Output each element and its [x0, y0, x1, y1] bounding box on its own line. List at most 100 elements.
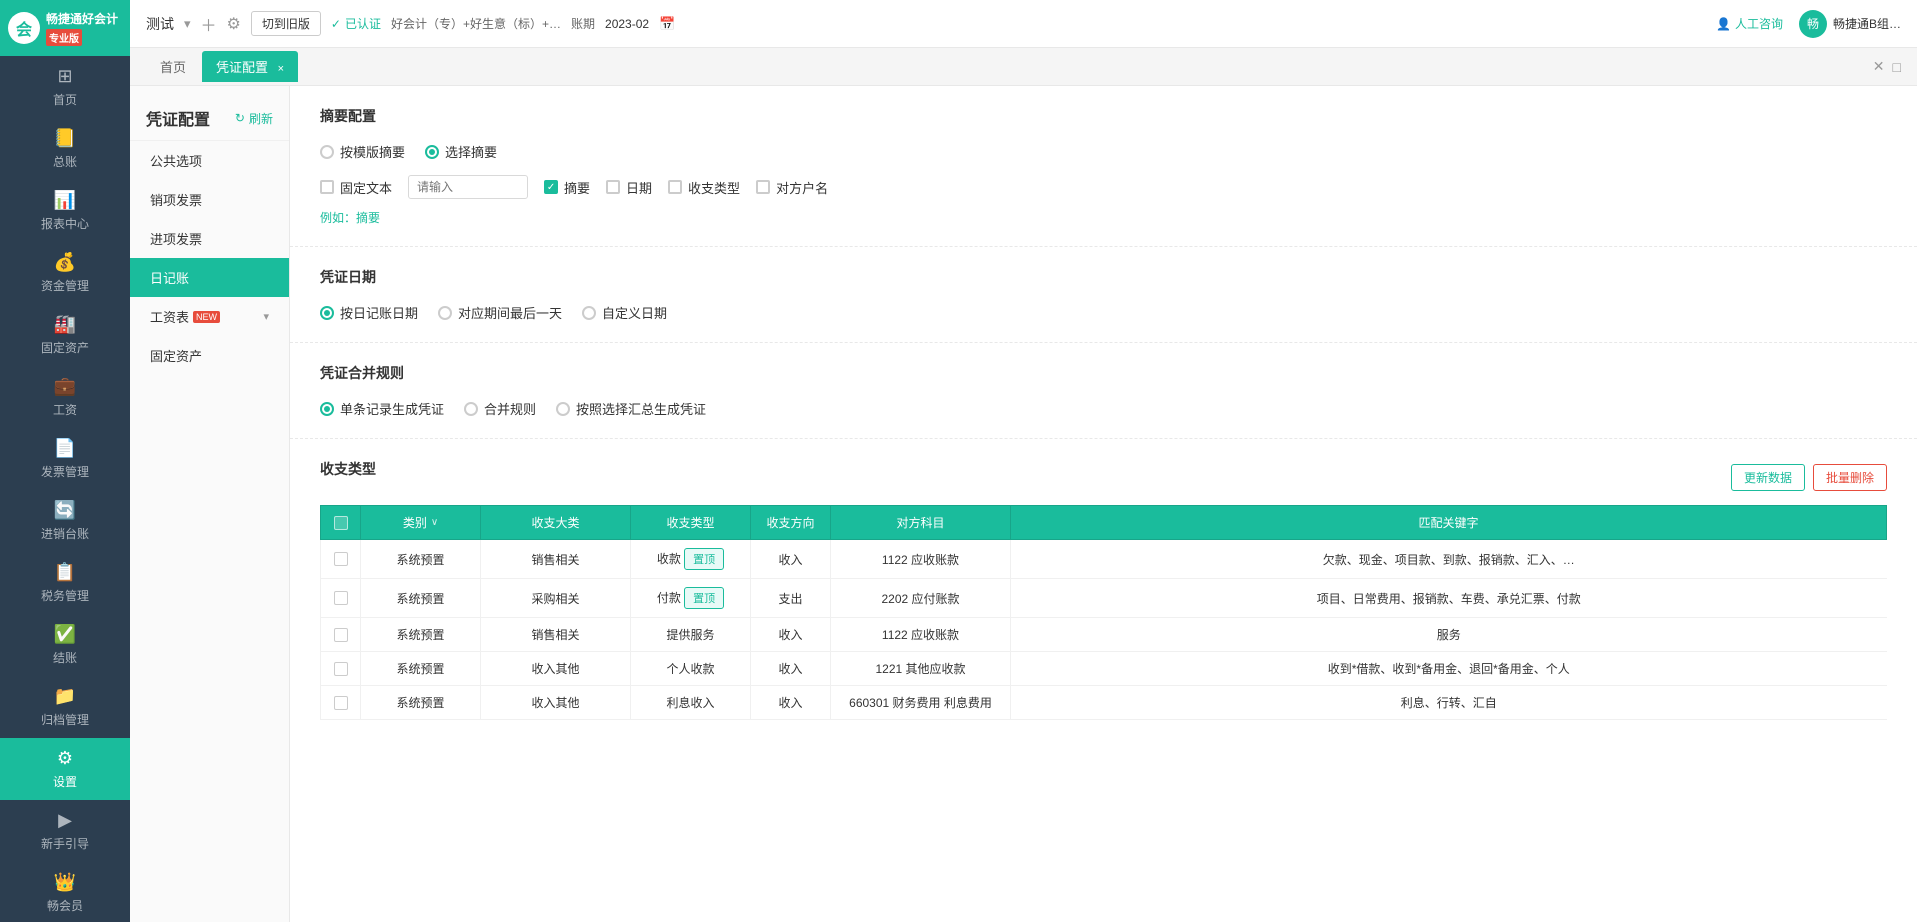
th-check[interactable] [321, 506, 361, 540]
checkbox-counterpart[interactable]: 对方户名 [756, 178, 828, 197]
expense-table-body: 系统预置 销售相关 收款 置顶 收入 1122 应收账款 欠款、现金、项目款、到… [321, 540, 1887, 720]
sidebar-item-invoice-mgmt[interactable]: 📄 发票管理 [0, 428, 130, 490]
close-window-btn[interactable]: ✕ [1873, 58, 1885, 75]
maximize-window-btn[interactable]: □ [1893, 59, 1901, 75]
checkbox-summary[interactable]: 摘要 [544, 178, 590, 197]
td-type: 提供服务 [631, 618, 751, 652]
checkbox-box-type [668, 180, 682, 194]
row-checkbox[interactable] [334, 696, 348, 710]
calendar-icon[interactable]: 📅 [659, 16, 675, 32]
sidebar-item-archive[interactable]: 📁 归档管理 [0, 676, 130, 738]
sidebar-item-payroll[interactable]: 💼 工资 [0, 366, 130, 428]
td-category: 系统预置 [361, 540, 481, 579]
checkbox-date[interactable]: 日期 [606, 178, 652, 197]
td-keyword: 欠款、现金、项目款、到款、报销款、汇入、… [1011, 540, 1887, 579]
top-tag[interactable]: 置顶 [684, 548, 724, 570]
checkbox-type[interactable]: 收支类型 [668, 178, 740, 197]
fixed-text-input[interactable] [408, 175, 528, 199]
row-checkbox[interactable] [334, 662, 348, 676]
sidebar-item-label: 报表中心 [41, 215, 89, 232]
example-text: 例如：摘要 [320, 209, 1887, 226]
topbar-add-btn[interactable]: ＋ [201, 12, 217, 36]
batch-delete-btn[interactable]: 批量删除 [1813, 464, 1887, 491]
sidebar-item-purchase-sales[interactable]: 🔄 进销台账 [0, 490, 130, 552]
td-direction: 收入 [751, 686, 831, 720]
radio-select-summary[interactable]: 选择摘要 [425, 142, 497, 161]
td-big-type: 采购相关 [481, 579, 631, 618]
switch-version-btn[interactable]: 切到旧版 [251, 11, 321, 36]
left-menu-item-sales-invoice[interactable]: 销项发票 [130, 180, 289, 219]
sidebar-item-home[interactable]: ⊞ 首页 [0, 56, 130, 118]
sidebar-item-settlement[interactable]: ✅ 结账 [0, 614, 130, 676]
table-row: 系统预置 收入其他 个人收款 收入 1221 其他应收款 收到*借款、收到*备用… [321, 652, 1887, 686]
left-menu-item-purchase-invoice[interactable]: 进项发票 [130, 219, 289, 258]
sidebar-item-label: 新手引导 [41, 835, 89, 852]
user-name: 畅捷通B组… [1833, 15, 1901, 32]
left-menu-item-public[interactable]: 公共选项 [130, 141, 289, 180]
radio-label-custom: 自定义日期 [602, 303, 667, 322]
ledger-icon: 📒 [54, 128, 76, 149]
expense-section-title: 收支类型 [320, 459, 376, 479]
row-checkbox[interactable] [334, 591, 348, 605]
td-check [321, 686, 361, 720]
th-keyword: 匹配关键字 [1011, 506, 1887, 540]
top-tag[interactable]: 置顶 [684, 587, 724, 609]
menu-expand-arrow: ▾ [263, 310, 269, 323]
sidebar-item-fixed-assets[interactable]: 🏭 固定资产 [0, 304, 130, 366]
update-data-btn[interactable]: 更新数据 [1731, 464, 1805, 491]
sidebar: 会 畅捷通好会计 专业版 ⊞ 首页 📒 总账 📊 报表中心 💰 资金管理 🏭 固… [0, 0, 130, 922]
td-account: 1221 其他应收款 [831, 652, 1011, 686]
sidebar-item-tax[interactable]: 📋 税务管理 [0, 552, 130, 614]
settlement-icon: ✅ [54, 624, 76, 645]
table-row: 系统预置 收入其他 利息收入 收入 660301 财务费用 利息费用 利息、行转… [321, 686, 1887, 720]
checkbox-box-summary [544, 180, 558, 194]
sidebar-item-label: 进销台账 [41, 525, 89, 542]
sidebar-item-ledger[interactable]: 📒 总账 [0, 118, 130, 180]
app-logo: 会 畅捷通好会计 专业版 [0, 0, 130, 56]
radio-label-template: 按模版摘要 [340, 142, 405, 161]
radio-template-summary[interactable]: 按模版摘要 [320, 142, 405, 161]
sidebar-item-settings[interactable]: ⚙ 设置 [0, 738, 130, 800]
payroll-icon: 💼 [54, 376, 76, 397]
radio-journal-date[interactable]: 按日记账日期 [320, 303, 418, 322]
refresh-btn[interactable]: ↻ 刷新 [235, 110, 273, 127]
radio-merge-rule[interactable]: 合并规则 [464, 399, 536, 418]
tab-voucher-config[interactable]: 凭证配置 × [202, 51, 298, 82]
row-checkbox[interactable] [334, 552, 348, 566]
sidebar-item-guide[interactable]: ▶ 新手引导 [0, 800, 130, 862]
radio-custom-date[interactable]: 自定义日期 [582, 303, 667, 322]
td-big-type: 销售相关 [481, 618, 631, 652]
sidebar-item-label: 固定资产 [41, 339, 89, 356]
checkbox-label-date: 日期 [626, 178, 652, 197]
left-menu-item-journal[interactable]: 日记账 [130, 258, 289, 297]
td-check [321, 652, 361, 686]
summary-checkbox-row: 固定文本 摘要 日期 收支类型 [320, 175, 1887, 199]
topbar-settings-btn[interactable]: ⚙ [227, 14, 241, 34]
tabbar-actions: ✕ □ [1873, 58, 1901, 75]
radio-select-summary[interactable]: 按照选择汇总生成凭证 [556, 399, 706, 418]
sort-arrow-icon[interactable]: ∨ [431, 517, 438, 528]
sidebar-item-funds[interactable]: 💰 资金管理 [0, 242, 130, 304]
left-menu-item-fixed-assets[interactable]: 固定资产 [130, 336, 289, 375]
th-type: 收支类型 [631, 506, 751, 540]
tab-close-btn[interactable]: × [278, 63, 284, 75]
row-checkbox[interactable] [334, 628, 348, 642]
sidebar-item-member[interactable]: 👑 畅会员 [0, 862, 130, 922]
sidebar-item-reports[interactable]: 📊 报表中心 [0, 180, 130, 242]
merge-section-title: 凭证合并规则 [320, 363, 1887, 383]
td-type: 收款 置顶 [631, 540, 751, 579]
topbar-tags: 好会计（专）+好生意（标）+… [391, 15, 561, 32]
left-menu-item-payroll[interactable]: 工资表 NEW ▾ [130, 297, 289, 336]
td-category: 系统预置 [361, 652, 481, 686]
sidebar-item-label: 工资 [53, 401, 77, 418]
user-menu[interactable]: 畅 畅捷通B组… [1799, 10, 1901, 38]
consult-btn[interactable]: 👤 人工咨询 [1716, 15, 1783, 32]
radio-single-record[interactable]: 单条记录生成凭证 [320, 399, 444, 418]
radio-period-last[interactable]: 对应期间最后一天 [438, 303, 562, 322]
select-all-checkbox[interactable] [334, 516, 348, 530]
checkbox-fixed-text[interactable]: 固定文本 [320, 178, 392, 197]
tab-home[interactable]: 首页 [146, 51, 200, 82]
topbar-dropdown-arrow[interactable]: ▾ [184, 16, 191, 32]
td-check [321, 579, 361, 618]
table-header-row: 收支类型 更新数据 批量删除 [320, 459, 1887, 495]
